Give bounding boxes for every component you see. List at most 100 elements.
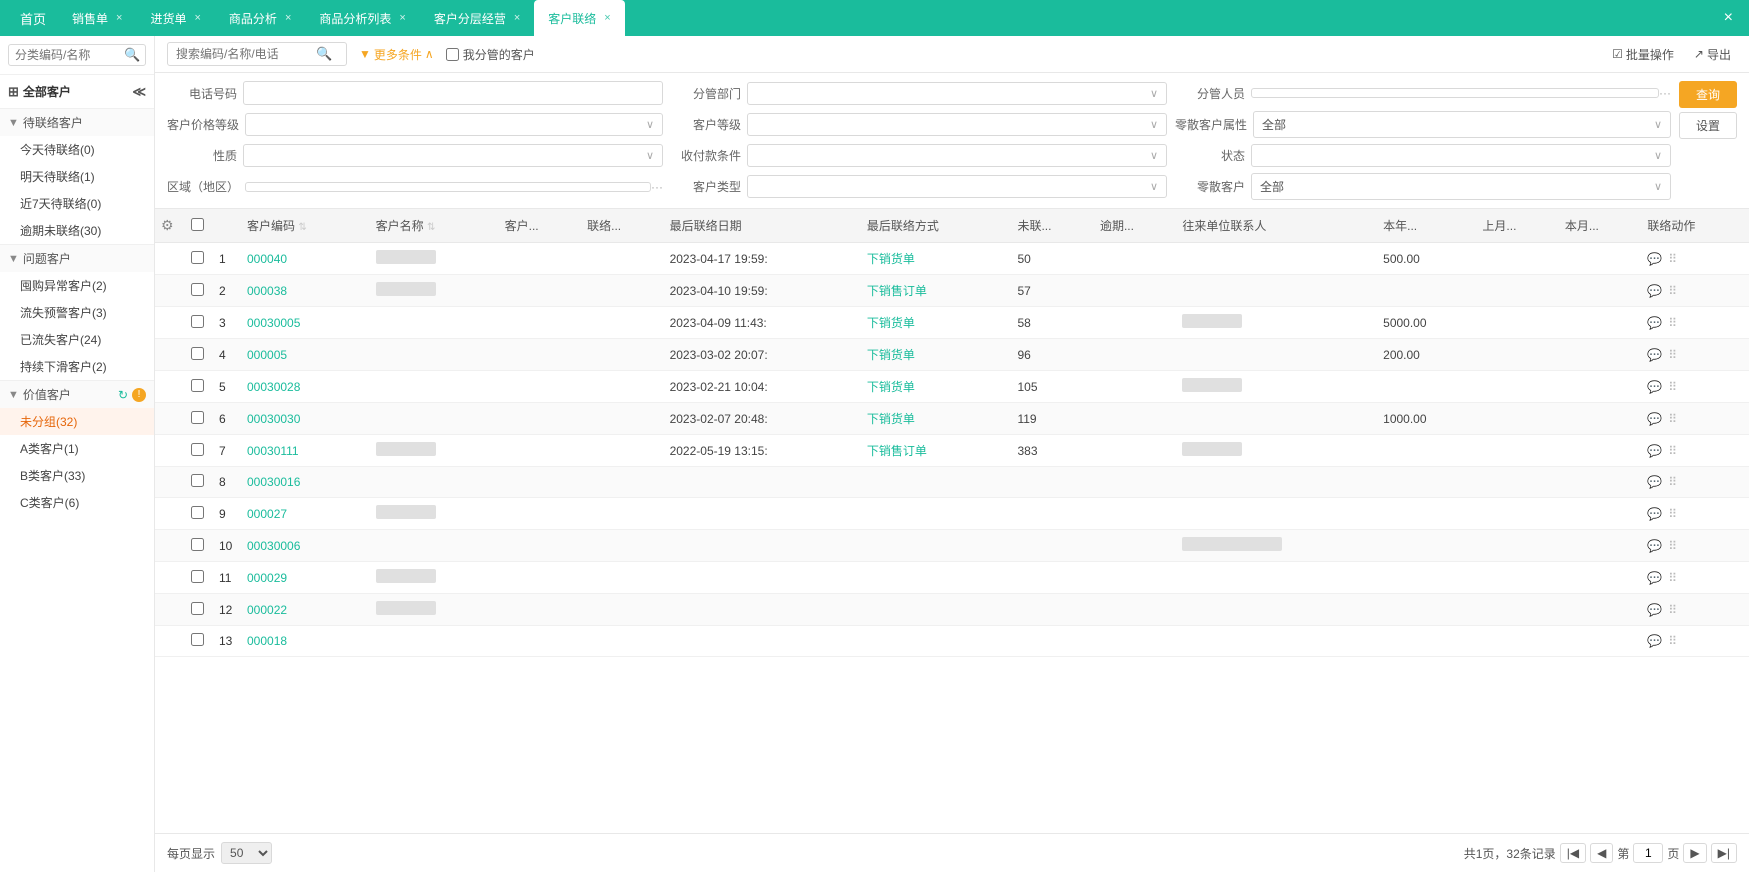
manager-dots[interactable]: ··· [1659,86,1671,100]
query-button[interactable]: 查询 [1679,81,1737,108]
customer-code-link[interactable]: 000027 [247,507,287,521]
row-checkbox[interactable] [191,379,204,392]
refresh-icon[interactable]: ↻ [118,388,128,402]
customer-code[interactable]: 00030028 [241,371,370,403]
more-icon[interactable]: ⠿ [1668,252,1677,266]
message-icon[interactable]: 💬 [1647,571,1662,585]
last-way-link[interactable]: 下销货单 [867,412,915,426]
filter-price-level-select[interactable]: ∨ [245,113,663,136]
customer-code-link[interactable]: 000018 [247,634,287,648]
last-way-link[interactable]: 下销售订单 [867,284,927,298]
nav-home[interactable]: 首页 [8,9,58,28]
tab-purchase-order[interactable]: 进货单 × [136,0,214,36]
customer-code[interactable]: 000018 [241,626,370,657]
collapse-icon[interactable]: ≪ [132,84,146,100]
col-code[interactable]: 客户编码 ⇅ [241,209,370,243]
sidebar-item-a-class[interactable]: A类客户(1) [0,435,154,462]
more-icon[interactable]: ⠿ [1668,634,1677,648]
more-icon[interactable]: ⠿ [1668,380,1677,394]
last-page-button[interactable]: ▶| [1711,843,1737,863]
customer-code-link[interactable]: 000038 [247,284,287,298]
tab-purchase-order-close[interactable]: × [194,12,200,24]
sidebar-item-7days[interactable]: 近7天待联络(0) [0,190,154,217]
sidebar-item-overdue[interactable]: 逾期未联络(30) [0,217,154,244]
sidebar-item-declining[interactable]: 持续下滑客户(2) [0,353,154,380]
more-icon[interactable]: ⠿ [1668,348,1677,362]
filter-scatter-select[interactable]: 全部∨ [1251,173,1671,200]
sidebar-item-today[interactable]: 今天待联络(0) [0,136,154,163]
customer-code[interactable]: 000027 [241,498,370,530]
sidebar-group-value[interactable]: ▼ 价值客户 ↻ ! [0,380,154,408]
tab-customer-layer-close[interactable]: × [514,12,520,24]
reset-button[interactable]: 设置 [1679,112,1737,139]
last-way-link[interactable]: 下销售订单 [867,444,927,458]
message-icon[interactable]: 💬 [1647,316,1662,330]
filter-region-select[interactable] [245,182,651,192]
message-icon[interactable]: 💬 [1647,475,1662,489]
sidebar-item-c-class[interactable]: C类客户(6) [0,489,154,516]
customer-code[interactable]: 00030016 [241,467,370,498]
last-way-link[interactable]: 下销货单 [867,252,915,266]
last-way-link[interactable]: 下销货单 [867,380,915,394]
next-page-button[interactable]: ▶ [1683,843,1706,863]
more-icon[interactable]: ⠿ [1668,539,1677,553]
sidebar-all-customers[interactable]: ⊞ 全部客户 ≪ [0,75,154,108]
customer-code[interactable]: 000038 [241,275,370,307]
row-checkbox[interactable] [191,347,204,360]
tab-product-analysis-list[interactable]: 商品分析列表 × [305,0,419,36]
more-filters-button[interactable]: ▼ 更多条件 ∧ [359,46,434,63]
sidebar-group-problem[interactable]: ▼ 问题客户 [0,244,154,272]
tab-product-analysis[interactable]: 商品分析 × [215,0,305,36]
last-way-link[interactable]: 下销货单 [867,348,915,362]
customer-code[interactable]: 00030005 [241,307,370,339]
customer-code[interactable]: 00030111 [241,435,370,467]
export-button[interactable]: ↗ 导出 [1688,43,1737,66]
customer-code[interactable]: 000022 [241,594,370,626]
filter-nature-select[interactable]: ∨ [243,144,663,167]
filter-status-select[interactable]: ∨ [1251,144,1671,167]
customer-code-link[interactable]: 000040 [247,252,287,266]
message-icon[interactable]: 💬 [1647,539,1662,553]
tab-product-analysis-list-close[interactable]: × [399,12,405,24]
filter-customer-level-select[interactable]: ∨ [747,113,1167,136]
region-dots[interactable]: ··· [651,180,663,194]
row-checkbox[interactable] [191,443,204,456]
customer-code[interactable]: 00030006 [241,530,370,562]
tab-customer-layer[interactable]: 客户分层经营 × [420,0,534,36]
customer-code-link[interactable]: 000029 [247,571,287,585]
customer-code[interactable]: 000040 [241,243,370,275]
window-close-button[interactable]: × [1716,9,1741,27]
message-icon[interactable]: 💬 [1647,252,1662,266]
message-icon[interactable]: 💬 [1647,348,1662,362]
row-checkbox[interactable] [191,283,204,296]
row-checkbox[interactable] [191,474,204,487]
row-checkbox[interactable] [191,411,204,424]
prev-page-button[interactable]: ◀ [1590,843,1613,863]
customer-code-link[interactable]: 00030028 [247,380,300,394]
filter-scatter-attr-select[interactable]: 全部∨ [1253,111,1671,138]
tab-customer-contact[interactable]: 客户联络 × [534,0,624,36]
row-checkbox[interactable] [191,251,204,264]
customer-code-link[interactable]: 00030030 [247,412,300,426]
customer-code-link[interactable]: 00030111 [247,444,299,458]
more-icon[interactable]: ⠿ [1668,475,1677,489]
sidebar-item-ungroup[interactable]: 未分组(32) [0,408,154,435]
customer-code[interactable]: 00030030 [241,403,370,435]
sidebar-item-b-class[interactable]: B类客户(33) [0,462,154,489]
customer-code[interactable]: 000029 [241,562,370,594]
search-input[interactable] [176,47,316,61]
sidebar-item-churn-warning[interactable]: 流失预警客户(3) [0,299,154,326]
message-icon[interactable]: 💬 [1647,380,1662,394]
filter-phone-input[interactable] [243,81,663,105]
select-all-checkbox[interactable] [191,218,204,231]
col-name[interactable]: 客户名称 ⇅ [370,209,499,243]
message-icon[interactable]: 💬 [1647,634,1662,648]
first-page-button[interactable]: |◀ [1560,843,1586,863]
sidebar-group-pending[interactable]: ▼ 待联络客户 [0,108,154,136]
more-icon[interactable]: ⠿ [1668,412,1677,426]
message-icon[interactable]: 💬 [1647,444,1662,458]
row-checkbox[interactable] [191,570,204,583]
customer-code-link[interactable]: 000022 [247,603,287,617]
sidebar-item-churned[interactable]: 已流失客户(24) [0,326,154,353]
message-icon[interactable]: 💬 [1647,603,1662,617]
